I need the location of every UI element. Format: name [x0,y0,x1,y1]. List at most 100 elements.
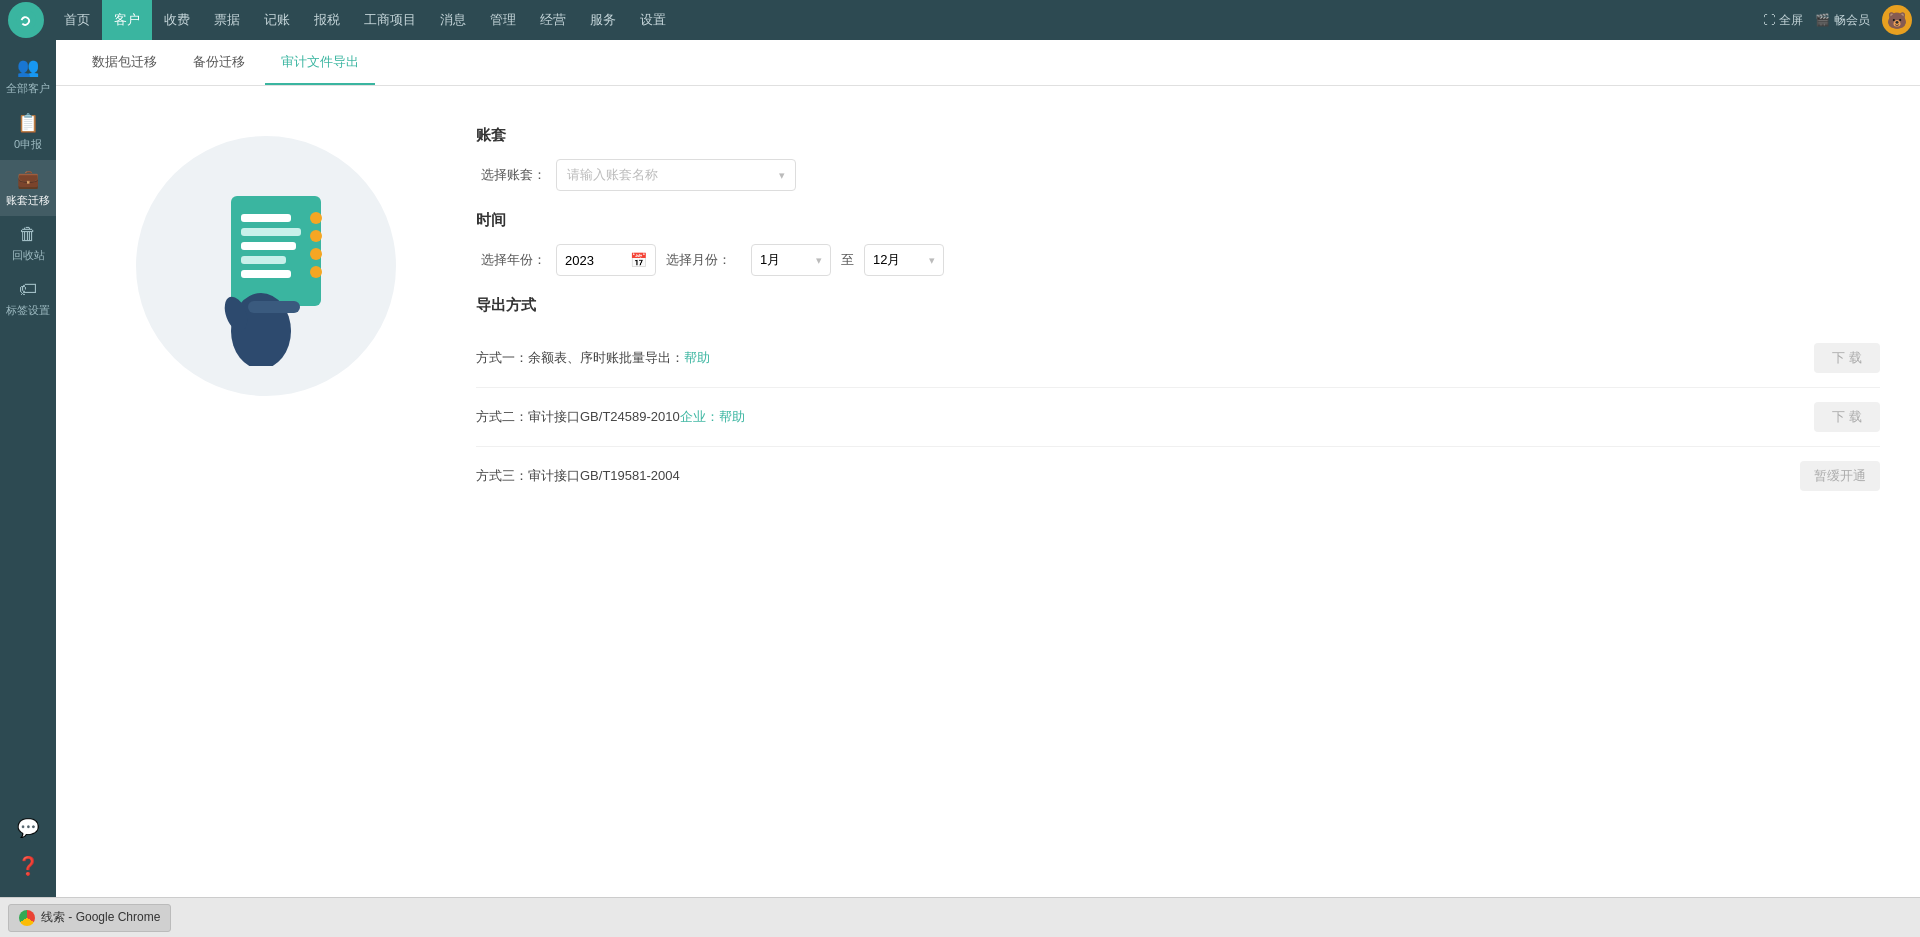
month-end-arrow: ▾ [929,254,935,267]
export-method-3: 方式三：审计接口GB/T19581-2004 暂缓开通 [476,447,1880,505]
taskbar-chrome[interactable]: 线索 - Google Chrome [8,904,171,932]
method1-download-btn[interactable]: 下 载 [1814,343,1880,373]
year-label: 选择年份： [476,251,546,269]
sidebar: 👥 全部客户 📋 0申报 💼 账套迁移 🗑 回收站 🏷 标签设置 💬 ❓ [0,40,56,897]
nav-manage[interactable]: 管理 [478,0,528,40]
method2-download-btn[interactable]: 下 载 [1814,402,1880,432]
nav-tax[interactable]: 报税 [302,0,352,40]
sidebar-help[interactable]: ❓ [0,847,56,885]
taskbar: 线索 - Google Chrome [0,897,1920,937]
nav-settings[interactable]: 设置 [628,0,678,40]
time-section-title: 时间 [476,211,1880,230]
sidebar-bottom: 💬 ❓ [0,809,56,897]
label-icon: 🏷 [19,279,37,300]
export-method-2-text: 方式二：审计接口GB/T24589-2010企业：帮助 [476,408,745,426]
migrate-icon: 💼 [17,168,39,190]
svg-rect-2 [241,214,291,222]
method2-help-link[interactable]: ：帮助 [706,409,745,424]
nav-message[interactable]: 消息 [428,0,478,40]
form-area: 账套 选择账套： 请输入账套名称 ▾ 时间 选择年份： 2023 📅 [436,116,1880,867]
customers-icon: 👥 [17,56,39,78]
nav-home[interactable]: 首页 [52,0,102,40]
sidebar-item-zero-declare[interactable]: 📋 0申报 [0,104,56,160]
time-separator: 至 [841,251,854,269]
svg-rect-5 [241,256,286,264]
svg-point-10 [310,266,322,278]
account-dropdown-icon: ▾ [779,169,785,182]
member-btn[interactable]: 🎬 畅会员 [1815,12,1870,29]
svg-rect-1 [231,196,321,306]
month-start-value: 1月 [760,251,780,269]
declare-icon: 📋 [17,112,39,134]
chrome-icon [19,910,35,926]
sidebar-chat[interactable]: 💬 [0,809,56,847]
chat-icon: 💬 [17,817,39,839]
nav-operation[interactable]: 经营 [528,0,578,40]
svg-point-9 [310,248,322,260]
method2-highlight: 企业 [680,409,706,424]
app-logo [8,2,44,38]
svg-rect-3 [241,228,301,236]
nav-fees[interactable]: 收费 [152,0,202,40]
svg-point-7 [310,212,322,224]
export-section-title: 导出方式 [476,296,1880,315]
tabs-bar: 数据包迁移 备份迁移 审计文件导出 [56,40,1920,86]
nav-service[interactable]: 服务 [578,0,628,40]
account-select[interactable]: 请输入账套名称 ▾ [556,159,796,191]
svg-point-8 [310,230,322,242]
export-method-3-text: 方式三：审计接口GB/T19581-2004 [476,467,680,485]
content-area: 数据包迁移 备份迁移 审计文件导出 [56,40,1920,897]
export-method-1-text: 方式一：余额表、序时账批量导出：帮助 [476,349,710,367]
method2-prefix: 方式二：审计接口GB/T24589-2010 [476,409,680,424]
top-nav: 首页 客户 收费 票据 记账 报税 工商项目 消息 管理 经营 服务 设置 ⛶ … [0,0,1920,40]
avatar[interactable]: 🐻 [1882,5,1912,35]
method1-prefix: 方式一：余额表、序时账批量导出： [476,350,684,365]
sidebar-item-account-migrate[interactable]: 💼 账套迁移 [0,160,56,216]
tab-backup-migrate[interactable]: 备份迁移 [177,41,261,85]
method3-open-btn[interactable]: 暂缓开通 [1800,461,1880,491]
month-end-select[interactable]: 12月 ▾ [864,244,944,276]
svg-rect-6 [241,270,291,278]
month-label: 选择月份： [666,251,731,269]
account-placeholder: 请输入账套名称 [567,166,658,184]
month-end-value: 12月 [873,251,900,269]
account-row: 选择账套： 请输入账套名称 ▾ [476,159,1880,191]
nav-bookkeeping[interactable]: 记账 [252,0,302,40]
tab-audit-export[interactable]: 审计文件导出 [265,41,375,85]
top-right: ⛶ 全屏 🎬 畅会员 🐻 [1763,5,1912,35]
month-start-arrow: ▾ [816,254,822,267]
tab-data-package[interactable]: 数据包迁移 [76,41,173,85]
year-input[interactable]: 2023 📅 [556,244,656,276]
member-icon: 🎬 [1815,13,1830,27]
export-method-2: 方式二：审计接口GB/T24589-2010企业：帮助 下 载 [476,388,1880,447]
time-inputs: 2023 📅 选择月份： 1月 ▾ 至 12月 ▾ [556,244,944,276]
recycle-icon: 🗑 [19,224,37,245]
method3-prefix: 方式三：审计接口GB/T19581-2004 [476,468,680,483]
account-label: 选择账套： [476,166,546,184]
month-start-select[interactable]: 1月 ▾ [751,244,831,276]
nav-items: 首页 客户 收费 票据 记账 报税 工商项目 消息 管理 经营 服务 设置 [52,0,1763,40]
svg-point-0 [16,10,36,30]
time-row: 选择年份： 2023 📅 选择月份： 1月 ▾ 至 12月 [476,244,1880,276]
sidebar-item-recycle[interactable]: 🗑 回收站 [0,216,56,271]
svg-rect-13 [248,301,300,313]
method1-help-link[interactable]: 帮助 [684,350,710,365]
main-layout: 👥 全部客户 📋 0申报 💼 账套迁移 🗑 回收站 🏷 标签设置 💬 ❓ [0,40,1920,897]
year-value: 2023 [565,253,594,268]
fullscreen-icon: ⛶ [1763,13,1775,27]
sidebar-item-label-settings[interactable]: 🏷 标签设置 [0,271,56,326]
svg-rect-4 [241,242,296,250]
illustration-svg [176,166,356,366]
sidebar-item-all-customers[interactable]: 👥 全部客户 [0,48,56,104]
nav-customer[interactable]: 客户 [102,0,152,40]
help-icon: ❓ [17,855,39,877]
account-section-title: 账套 [476,126,1880,145]
calendar-icon: 📅 [630,252,647,268]
page-content: 账套 选择账套： 请输入账套名称 ▾ 时间 选择年份： 2023 📅 [56,86,1920,897]
nav-invoice[interactable]: 票据 [202,0,252,40]
illustration-circle [136,136,396,396]
nav-business[interactable]: 工商项目 [352,0,428,40]
fullscreen-btn[interactable]: ⛶ 全屏 [1763,12,1803,29]
export-method-1: 方式一：余额表、序时账批量导出：帮助 下 载 [476,329,1880,388]
illustration-area [96,116,436,867]
